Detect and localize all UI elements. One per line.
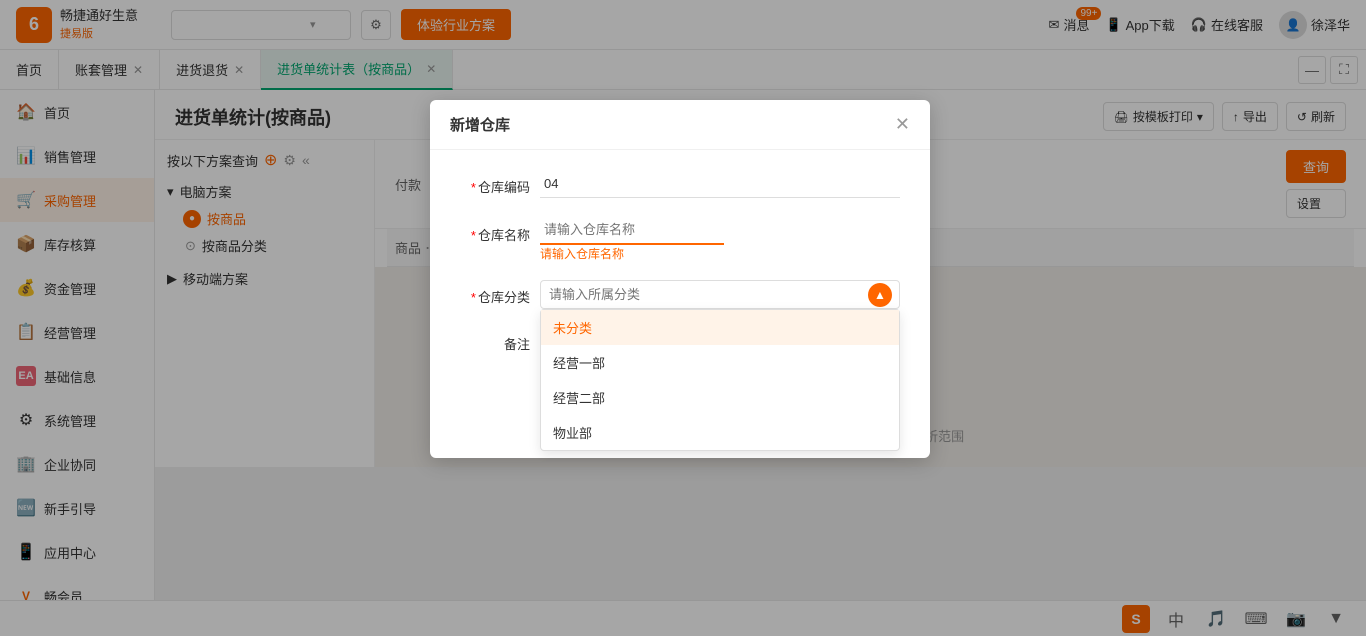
dropdown-item-dept2[interactable]: 经营二部	[541, 380, 899, 415]
category-toggle-button[interactable]: ▲	[868, 283, 892, 307]
dropdown-item-property[interactable]: 物业部	[541, 415, 899, 450]
dropdown-item-dept1[interactable]: 经营一部	[541, 345, 899, 380]
warehouse-category-select-wrap: ▲ 未分类 经营一部 经营二部 物业部	[540, 280, 900, 309]
required-star-code: *	[471, 180, 476, 195]
required-star-cat: *	[471, 290, 476, 305]
warehouse-name-input-row: *仓库名称	[460, 216, 724, 245]
warehouse-category-row: *仓库分类 ▲ 未分类 经营一部 经营二部 物业部	[460, 280, 900, 309]
required-star-name: *	[471, 228, 476, 243]
warehouse-name-input[interactable]	[540, 216, 724, 245]
warehouse-name-error: 请输入仓库名称	[540, 247, 624, 261]
dialog-body: *仓库编码 *仓库名称 请输入仓库名称 *仓库分类 ▲	[430, 150, 930, 393]
warehouse-code-input[interactable]	[540, 170, 900, 198]
new-warehouse-dialog: 新增仓库 ✕ *仓库编码 *仓库名称 请输入仓库名称 *仓	[430, 100, 930, 458]
remark-label: 备注	[460, 327, 540, 353]
warehouse-category-label: *仓库分类	[460, 280, 540, 306]
dialog-header: 新增仓库 ✕	[430, 100, 930, 150]
warehouse-name-row: *仓库名称 请输入仓库名称	[460, 216, 900, 262]
dropdown-item-uncategorized[interactable]: 未分类	[541, 310, 899, 345]
warehouse-code-row: *仓库编码	[460, 170, 900, 198]
warehouse-name-error-area: 请输入仓库名称	[460, 245, 624, 262]
dialog-title: 新增仓库	[450, 114, 510, 135]
warehouse-code-label: *仓库编码	[460, 170, 540, 196]
category-dropdown-list: 未分类 经营一部 经营二部 物业部	[540, 309, 900, 451]
warehouse-name-label: *仓库名称	[460, 218, 540, 244]
warehouse-category-input[interactable]	[540, 280, 900, 309]
dialog-close-button[interactable]: ✕	[895, 114, 910, 135]
